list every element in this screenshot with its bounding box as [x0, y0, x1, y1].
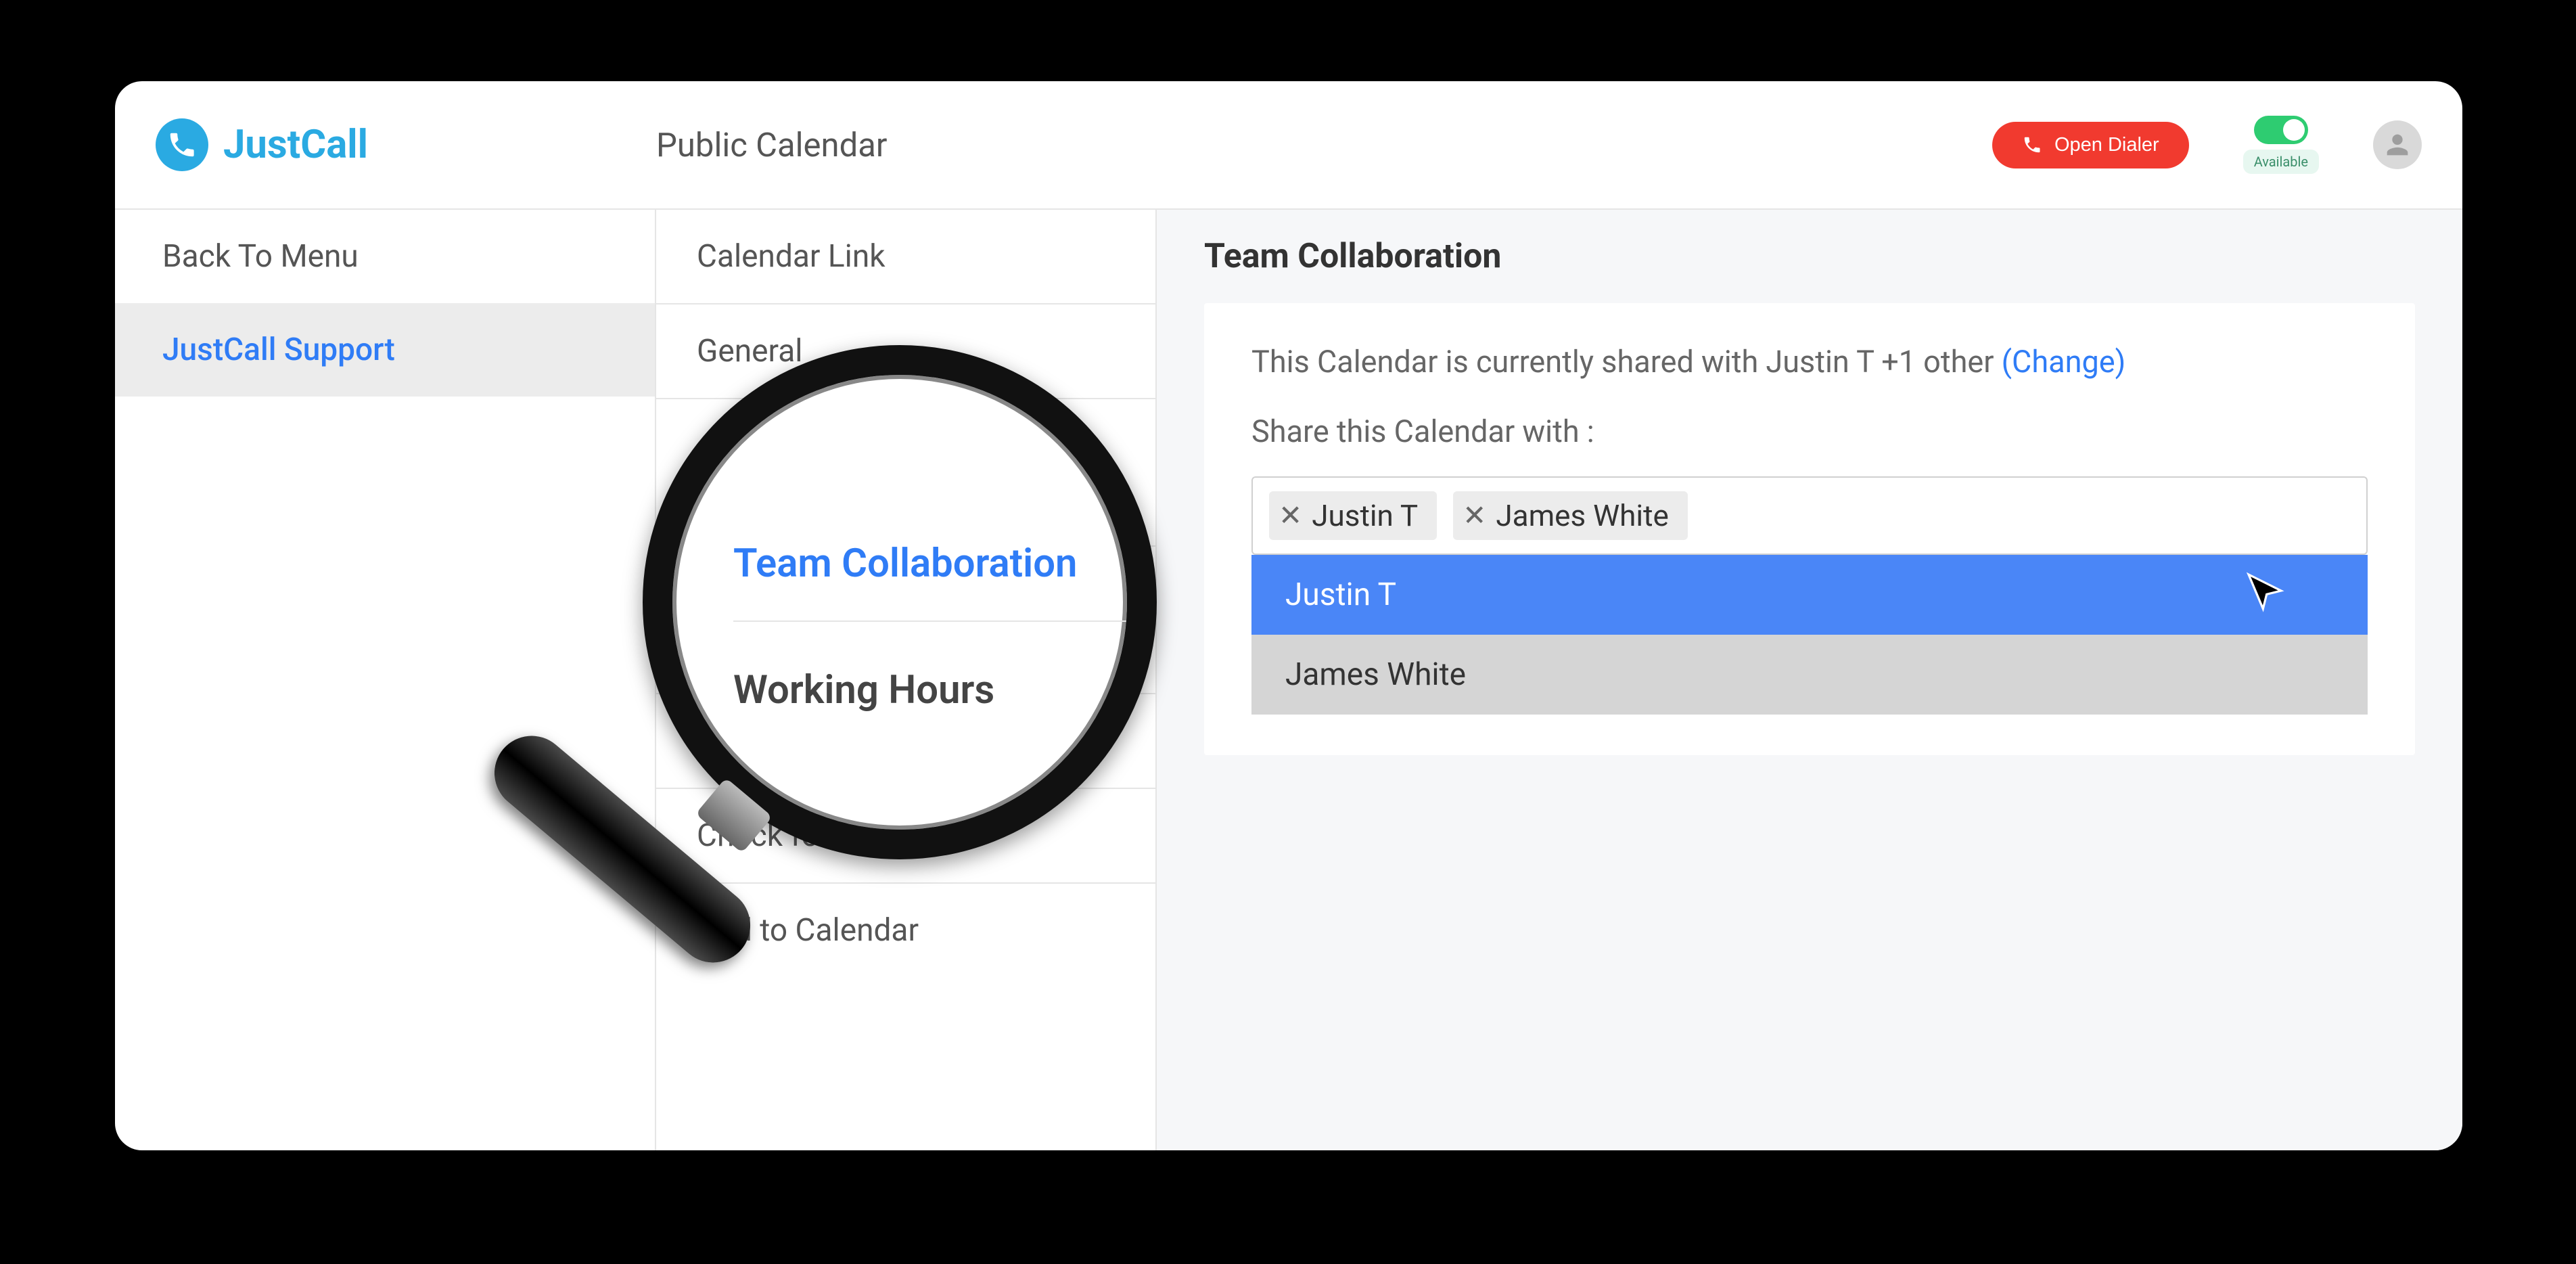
app-window: JustCall Public Calendar Open Dialer Ava… [115, 81, 2462, 1150]
dropdown-option-justin-t[interactable]: Justin T [1251, 555, 2368, 635]
body: Back To Menu JustCall Support Calendar L… [115, 210, 2462, 1150]
justcall-logo-icon [156, 118, 208, 171]
availability-badge: Available [2243, 150, 2319, 174]
settings-item-working-hours[interactable]: Working Hours [656, 547, 1155, 693]
availability-control: Available [2243, 116, 2319, 174]
cursor-icon [2243, 569, 2286, 620]
settings-item-website[interactable]: Website [656, 693, 1155, 789]
settings-item-calendar-link[interactable]: Calendar Link [656, 210, 1155, 304]
tag-label: Justin T [1312, 498, 1418, 533]
dialer-label: Open Dialer [2054, 134, 2159, 156]
sidebar-primary: Back To Menu JustCall Support [115, 210, 656, 1150]
availability-toggle[interactable] [2254, 116, 2308, 144]
tag-james-white: ✕ James White [1453, 491, 1688, 540]
settings-item-add-to-calendar[interactable]: Add to Calendar [656, 884, 1155, 977]
dropdown-option-james-white[interactable]: James White [1251, 635, 2368, 715]
settings-item-general[interactable]: General [656, 304, 1155, 399]
tag-justin-t: ✕ Justin T [1269, 491, 1437, 540]
header-actions: Open Dialer Available [1992, 116, 2422, 174]
settings-item-team-collaboration[interactable]: Team Collaboration [656, 399, 1155, 547]
main-section-title: Team Collaboration [1204, 237, 2415, 276]
tag-label: James White [1496, 498, 1668, 533]
share-label: Share this Calendar with : [1251, 413, 2368, 449]
remove-tag-icon[interactable]: ✕ [1463, 499, 1486, 533]
sidebar-item-justcall-support[interactable]: JustCall Support [115, 303, 655, 397]
user-avatar[interactable] [2373, 120, 2422, 169]
brand-logo[interactable]: JustCall [156, 118, 656, 171]
shared-status-text: This Calendar is currently shared with J… [1251, 344, 2368, 380]
page-header-title: Public Calendar [656, 126, 887, 164]
main-content: Team Collaboration This Calendar is curr… [1157, 210, 2462, 1150]
open-dialer-button[interactable]: Open Dialer [1992, 122, 2189, 168]
sidebar-item-back[interactable]: Back To Menu [115, 210, 655, 303]
remove-tag-icon[interactable]: ✕ [1279, 499, 1302, 533]
header: JustCall Public Calendar Open Dialer Ava… [115, 81, 2462, 210]
settings-item-check-conflicts[interactable]: Check for Conflicts [656, 789, 1155, 884]
share-dropdown: Justin T James White [1251, 555, 2368, 715]
change-link[interactable]: (Change) [2002, 344, 2126, 380]
brand-name: JustCall [223, 122, 368, 168]
settings-nav: Calendar Link General Team Collaboration… [656, 210, 1157, 1150]
phone-icon [2022, 135, 2042, 155]
share-tag-input[interactable]: ✕ Justin T ✕ James White [1251, 476, 2368, 555]
toggle-knob [2283, 119, 2305, 141]
team-collab-panel: This Calendar is currently shared with J… [1204, 303, 2415, 755]
person-icon [2382, 129, 2413, 160]
